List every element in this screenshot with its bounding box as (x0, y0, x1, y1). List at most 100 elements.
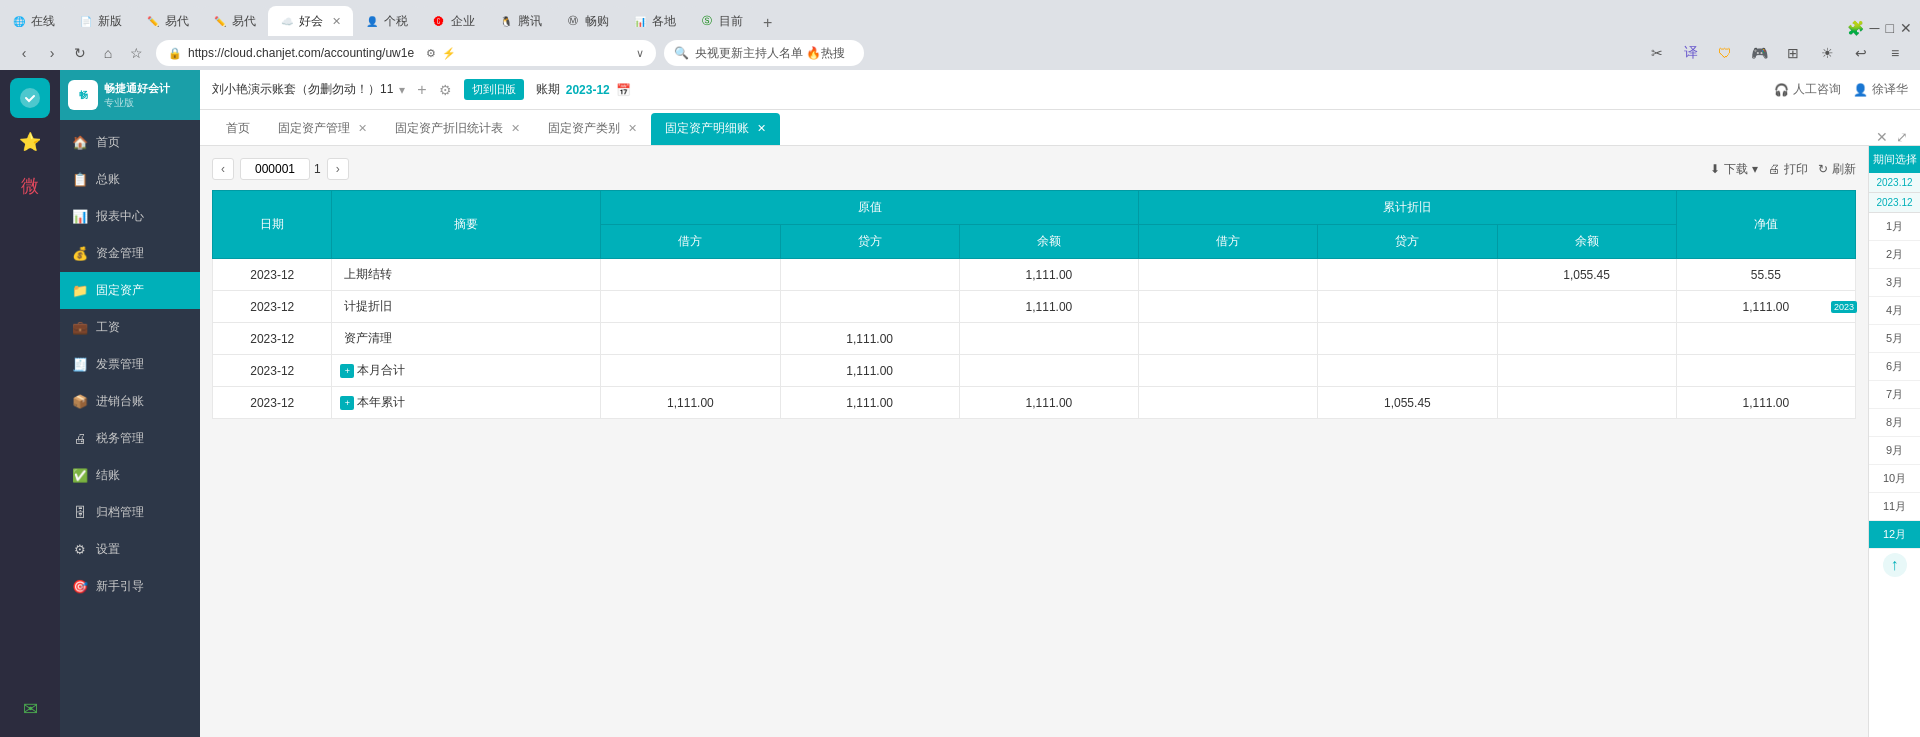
period-month-1[interactable]: 1月 (1869, 213, 1920, 241)
browser-tab-muqian[interactable]: Ⓢ 目前 (688, 6, 755, 36)
url-bar[interactable]: 🔒 https://cloud.chanjet.com/accounting/u… (156, 40, 656, 66)
period-date-end[interactable]: 2023.12 (1869, 193, 1920, 213)
tab-depreciation-stats[interactable]: 固定资产折旧统计表 ✕ (381, 113, 534, 145)
sidebar-item-settings[interactable]: ⚙ 设置 (60, 531, 200, 568)
browser-tab-new[interactable]: 📄 新版 (67, 6, 134, 36)
app-icon-weibo[interactable]: 微 (10, 166, 50, 206)
user-avatar[interactable]: 👤 徐译华 (1853, 81, 1908, 98)
period-month-3[interactable]: 3月 (1869, 269, 1920, 297)
browser-tab-geshui[interactable]: 👤 个税 (353, 6, 420, 36)
period-month-11[interactable]: 11月 (1869, 493, 1920, 521)
period-month-6[interactable]: 6月 (1869, 353, 1920, 381)
browser-tab-online[interactable]: 🌐 在线 (0, 6, 67, 36)
service-button[interactable]: 🎧 人工咨询 (1774, 81, 1841, 98)
home-browser-button[interactable]: ⌂ (96, 41, 120, 65)
translate-icon[interactable]: 译 (1678, 40, 1704, 66)
period-month-7[interactable]: 7月 (1869, 381, 1920, 409)
period-date-start[interactable]: 2023.12 (1869, 173, 1920, 193)
sidebar-item-funds[interactable]: 💰 资金管理 (60, 235, 200, 272)
period-month-12[interactable]: 12月 (1869, 521, 1920, 549)
shield-icon[interactable]: 🛡 (1712, 40, 1738, 66)
expand-panel-icon[interactable]: ⤢ (1896, 129, 1908, 145)
refresh-button[interactable]: ↻ 刷新 (1818, 161, 1856, 178)
grid-icon[interactable]: ⊞ (1780, 40, 1806, 66)
sidebar-item-archive[interactable]: 🗄 归档管理 (60, 494, 200, 531)
add-account-button[interactable]: + (417, 81, 426, 99)
next-page-button[interactable]: › (327, 158, 349, 180)
tab-close-assets-mgmt[interactable]: ✕ (358, 122, 367, 135)
sidebar-item-general-ledger[interactable]: 📋 总账 (60, 161, 200, 198)
gamepad-icon[interactable]: 🎮 (1746, 40, 1772, 66)
tab-favicon-chang: Ⓜ (566, 14, 580, 28)
period-month-5[interactable]: 5月 (1869, 325, 1920, 353)
tab-assets-detail[interactable]: 固定资产明细账 ✕ (651, 113, 780, 145)
period-month-2[interactable]: 2月 (1869, 241, 1920, 269)
sidebar-item-reports[interactable]: 📊 报表中心 (60, 198, 200, 235)
cell-accum-debit (1139, 355, 1318, 387)
extensions-icon[interactable]: 🧩 (1847, 20, 1864, 36)
page-tabs: 首页 固定资产管理 ✕ 固定资产折旧统计表 ✕ 固定资产类别 ✕ 固定资产明细账… (200, 110, 1920, 146)
switch-version-button[interactable]: 切到旧版 (464, 79, 524, 100)
dropdown-icon[interactable]: ▾ (399, 83, 405, 97)
print-button[interactable]: 🖨 打印 (1768, 161, 1808, 178)
prev-page-button[interactable]: ‹ (212, 158, 234, 180)
cell-accum-debit (1139, 291, 1318, 323)
browser-tab-chang[interactable]: Ⓜ 畅购 (554, 6, 621, 36)
browser-translate-icon[interactable]: ⚡ (442, 47, 456, 60)
app-icon-mail[interactable]: ✉ (10, 689, 50, 729)
sidebar-item-guide[interactable]: 🎯 新手引导 (60, 568, 200, 605)
browser-expand-icon[interactable]: ∨ (636, 47, 644, 60)
period-month-10[interactable]: 10月 (1869, 465, 1920, 493)
window-min-button[interactable]: ─ (1870, 20, 1880, 36)
sidebar-item-tax[interactable]: 🖨 税务管理 (60, 420, 200, 457)
sidebar-item-home[interactable]: 🏠 首页 (60, 124, 200, 161)
browser-tab-yidai1[interactable]: ✏️ 易代 (134, 6, 201, 36)
back-button[interactable]: ‹ (12, 41, 36, 65)
page-number-input[interactable] (240, 158, 310, 180)
tab-assets-category[interactable]: 固定资产类别 ✕ (534, 113, 651, 145)
sidebar-item-fixed-assets[interactable]: 📁 固定资产 (60, 272, 200, 309)
sidebar-item-inventory[interactable]: 📦 进销台账 (60, 383, 200, 420)
period-month-4[interactable]: 4月 (1869, 297, 1920, 325)
tab-close-haohui[interactable]: ✕ (332, 15, 341, 28)
tab-home[interactable]: 首页 (212, 113, 264, 145)
undo-browser-icon[interactable]: ↩ (1848, 40, 1874, 66)
sidebar-label-invoices: 发票管理 (96, 356, 144, 373)
forward-button[interactable]: › (40, 41, 64, 65)
cell-accum-balance: 1,055.45 (1497, 259, 1676, 291)
app-icon-main[interactable] (10, 78, 50, 118)
browser-tab-qiye[interactable]: 🅒 企业 (420, 6, 487, 36)
bookmark-button[interactable]: ☆ (124, 41, 148, 65)
sidebar-item-payroll[interactable]: 💼 工资 (60, 309, 200, 346)
scroll-up-icon[interactable]: ↑ (1883, 553, 1907, 577)
download-button[interactable]: ⬇ 下载 ▾ (1710, 161, 1758, 178)
tab-fixed-assets-mgmt[interactable]: 固定资产管理 ✕ (264, 113, 381, 145)
sidebar-item-invoices[interactable]: 🧾 发票管理 (60, 346, 200, 383)
refresh-browser-button[interactable]: ↻ (68, 41, 92, 65)
settings-small-icon[interactable]: ⚙ (439, 82, 452, 98)
scissors-icon[interactable]: ✂ (1644, 40, 1670, 66)
window-close-button[interactable]: ✕ (1900, 20, 1912, 36)
cell-orig-balance: 1,111.00 (959, 259, 1138, 291)
brightness-icon[interactable]: ☀ (1814, 40, 1840, 66)
tab-close-depreciation[interactable]: ✕ (511, 122, 520, 135)
period-month-9[interactable]: 9月 (1869, 437, 1920, 465)
sidebar-item-closing[interactable]: ✅ 结账 (60, 457, 200, 494)
tab-close-detail[interactable]: ✕ (757, 122, 766, 135)
app-icon-star[interactable]: ⭐ (10, 122, 50, 162)
search-bar[interactable]: 🔍 央视更新主持人名单 🔥热搜 (664, 40, 864, 66)
browser-tab-haohui[interactable]: ☁️ 好会 ✕ (268, 6, 353, 36)
menu-icon[interactable]: ≡ (1882, 40, 1908, 66)
period-icon[interactable]: 📅 (616, 83, 631, 97)
browser-settings-icon[interactable]: ⚙ (426, 47, 436, 60)
new-tab-button[interactable]: + (755, 10, 780, 36)
browser-tab-yidai2[interactable]: ✏️ 易代 (201, 6, 268, 36)
window-max-button[interactable]: □ (1886, 20, 1894, 36)
close-panel-icon[interactable]: ✕ (1876, 129, 1888, 145)
tab-close-category[interactable]: ✕ (628, 122, 637, 135)
tab-favicon-geshui: 👤 (365, 14, 379, 28)
browser-tab-tencent[interactable]: 🐧 腾讯 (487, 6, 554, 36)
browser-tab-gedi[interactable]: 📊 各地 (621, 6, 688, 36)
period-month-8[interactable]: 8月 (1869, 409, 1920, 437)
th-accum-credit: 贷方 (1318, 225, 1497, 259)
